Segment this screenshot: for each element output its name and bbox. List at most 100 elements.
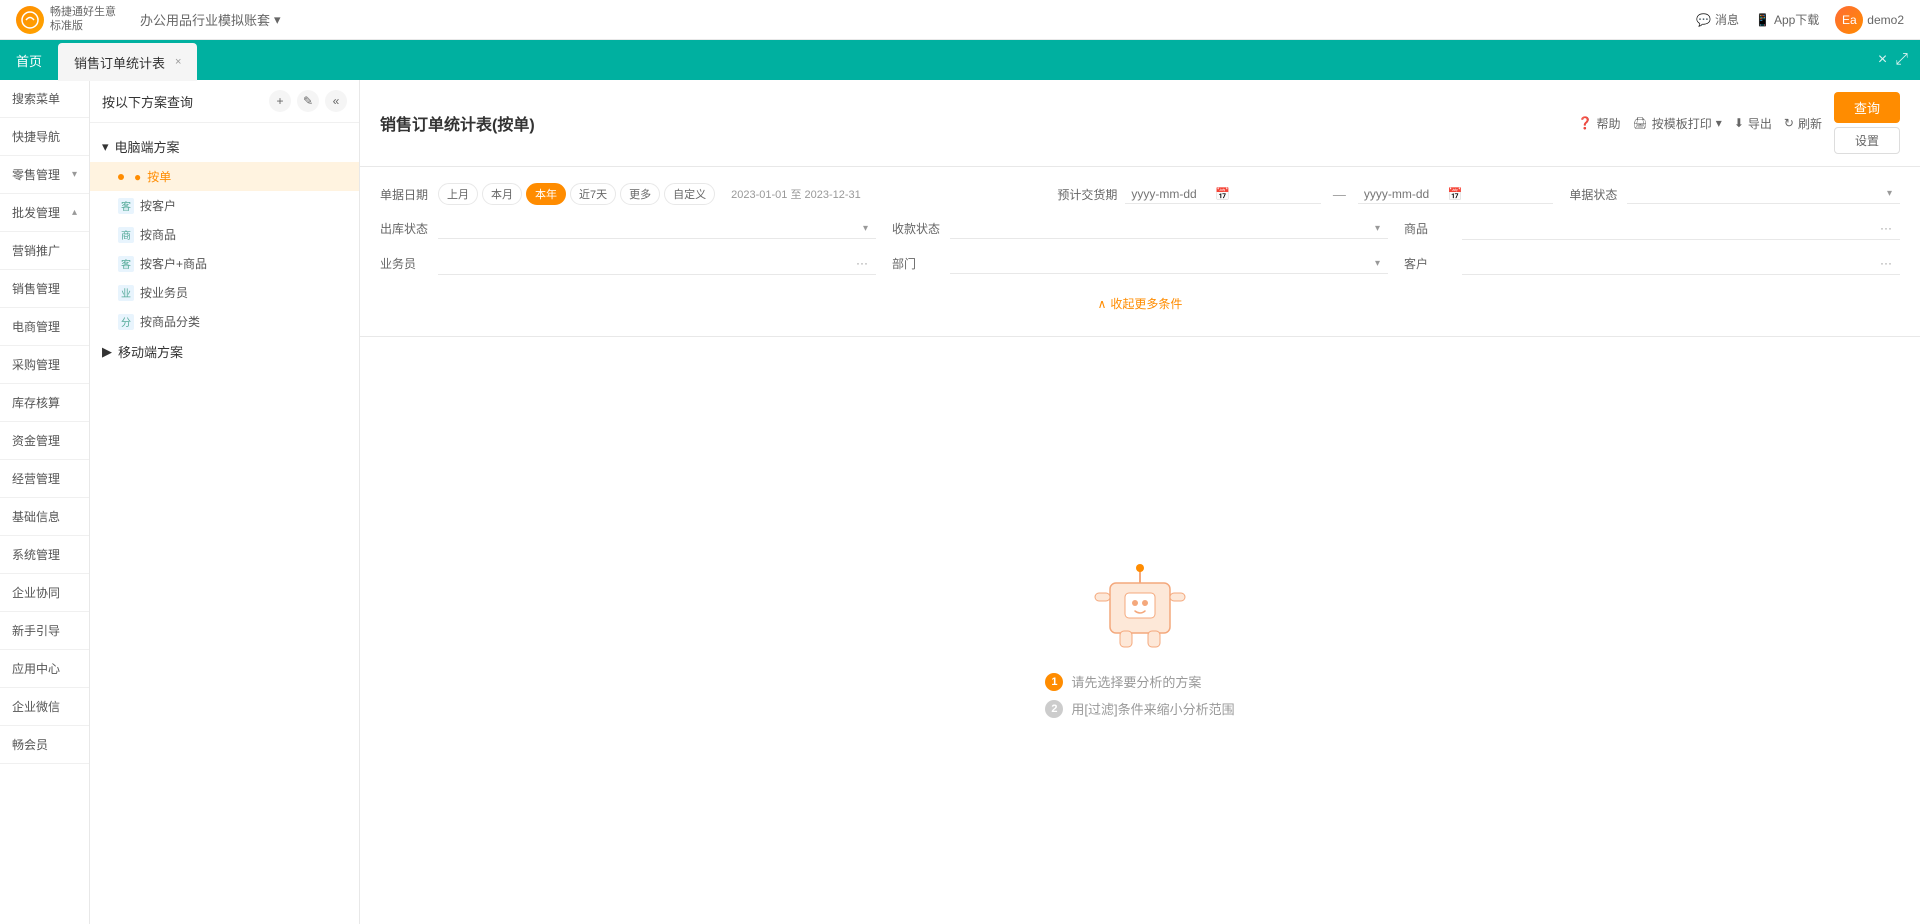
sidebar-item-system[interactable]: 系统管理	[0, 536, 89, 574]
setting-button[interactable]: 设置	[1834, 127, 1900, 154]
tab-bar: 首页 销售订单统计表 × × ⤢	[0, 40, 1920, 80]
receipt-status-dropdown[interactable]: ▾	[950, 219, 1388, 239]
sidebar-item-sales[interactable]: 销售管理	[0, 270, 89, 308]
date-btn-custom[interactable]: 自定义	[664, 183, 715, 205]
main-area: 搜索菜单 快捷导航 零售管理 ▾ 批发管理 ▴ 营销推广 销售管理 电商管理 采…	[0, 80, 1920, 924]
chevron-down-icon: ▾	[72, 169, 77, 180]
tree-item-by-salesperson[interactable]: 业 按业务员	[90, 278, 359, 307]
edit-scheme-button[interactable]: ✎	[297, 90, 319, 112]
customer-input[interactable]: ···	[1462, 252, 1900, 275]
help-button[interactable]: ❓ 帮助	[1578, 115, 1621, 132]
message-button[interactable]: 💬 消息	[1696, 11, 1739, 28]
header-left: 畅捷通好生意 标准版 办公用品行业模拟账套 ▾	[16, 6, 281, 34]
sidebar-item-search[interactable]: 搜索菜单	[0, 80, 89, 118]
sidebar-item-member[interactable]: 畅会员	[0, 726, 89, 764]
date-picker-start[interactable]: 📅	[1125, 185, 1321, 204]
filter-tree: ▾ 电脑端方案 ● 按单 客 按客户 商 按商品 客	[90, 123, 359, 375]
date-end-input[interactable]	[1364, 187, 1444, 201]
sidebar-item-inventory[interactable]: 库存核算	[0, 384, 89, 422]
date-start-input[interactable]	[1131, 187, 1211, 201]
tab-bar-right: × ⤢	[1878, 51, 1920, 69]
calendar-end-icon: 📅	[1448, 187, 1463, 201]
sidebar-item-wholesale[interactable]: 批发管理 ▴	[0, 194, 89, 232]
user-menu[interactable]: Ea demo2	[1835, 6, 1904, 34]
category-icon: 分	[118, 314, 134, 330]
sidebar-item-finance[interactable]: 资金管理	[0, 422, 89, 460]
tree-item-by-customer-goods[interactable]: 客 按客户+商品	[90, 249, 359, 278]
date-btn-last-month[interactable]: 上月	[438, 183, 478, 205]
tip-item-1: 1 请先选择要分析的方案	[1045, 672, 1234, 691]
breadcrumb[interactable]: 办公用品行业模拟账套 ▾	[140, 10, 281, 29]
tree-item-by-category[interactable]: 分 按商品分类	[90, 307, 359, 336]
date-btn-this-year[interactable]: 本年	[526, 183, 566, 205]
sidebar-item-retail[interactable]: 零售管理 ▾	[0, 156, 89, 194]
chevron-right-icon: ▶	[102, 344, 112, 360]
window-close-icon[interactable]: ×	[1878, 51, 1887, 69]
salesperson-input[interactable]: ···	[438, 252, 876, 275]
window-maximize-icon[interactable]: ⤢	[1895, 51, 1908, 69]
tree-item-by-customer[interactable]: 客 按客户	[90, 191, 359, 220]
sidebar-item-ecommerce[interactable]: 电商管理	[0, 308, 89, 346]
department-dropdown[interactable]: ▾	[950, 254, 1388, 274]
date-btn-7days[interactable]: 近7天	[570, 183, 616, 205]
avatar: Ea	[1835, 6, 1863, 34]
tree-parent-pc[interactable]: ▾ 电脑端方案	[90, 131, 359, 162]
collapse-button[interactable]: ∧ 收起更多条件	[380, 287, 1900, 320]
filter-form: 单据日期 上月 本月 本年 近7天 更多 自定义 2023-01-01 至 20…	[360, 167, 1920, 337]
sidebar-item-quicknav[interactable]: 快捷导航	[0, 118, 89, 156]
export-icon: ⬇	[1734, 116, 1744, 130]
sidebar-item-appcenter[interactable]: 应用中心	[0, 650, 89, 688]
field-goods: 商品 ···	[1404, 217, 1900, 240]
goods-more-icon[interactable]: ···	[1880, 221, 1892, 235]
date-btn-this-month[interactable]: 本月	[482, 183, 522, 205]
department-label: 部门	[892, 255, 942, 272]
goods-input[interactable]: ···	[1462, 217, 1900, 240]
filter-row-1: 单据日期 上月 本月 本年 近7天 更多 自定义 2023-01-01 至 20…	[380, 183, 1900, 205]
date-picker-end[interactable]: 📅	[1358, 185, 1554, 204]
chevron-down-icon: ▾	[102, 139, 109, 155]
sidebar-item-enterprise[interactable]: 企业协同	[0, 574, 89, 612]
field-department: 部门 ▾	[892, 254, 1388, 274]
tab-home[interactable]: 首页	[0, 40, 58, 80]
customer-icon: 客	[118, 198, 134, 214]
field-receipt-status: 收款状态 ▾	[892, 219, 1388, 239]
goods-label: 商品	[1404, 220, 1454, 237]
tab-close-icon[interactable]: ×	[175, 56, 181, 68]
logo-text: 畅捷通好生意 标准版	[50, 6, 116, 32]
collapse-icon: ∧	[1098, 297, 1107, 311]
tip-item-2: 2 用[过滤]条件来缩小分析范围	[1045, 699, 1234, 718]
app-download-button[interactable]: 📱 App下载	[1755, 11, 1819, 28]
sidebar-item-basic[interactable]: 基础信息	[0, 498, 89, 536]
salesperson-more-icon[interactable]: ···	[856, 256, 868, 270]
sidebar-item-wechat[interactable]: 企业微信	[0, 688, 89, 726]
sidebar-item-marketing[interactable]: 营销推广	[0, 232, 89, 270]
sidebar-item-newguide[interactable]: 新手引导	[0, 612, 89, 650]
export-button[interactable]: ⬇ 导出	[1734, 115, 1772, 132]
print-button[interactable]: 🖨 按模板打印 ▾	[1633, 115, 1722, 132]
field-expected-date: 预计交货期 📅 — 📅	[1057, 185, 1553, 204]
date-btn-more[interactable]: 更多	[620, 183, 660, 205]
out-status-dropdown[interactable]: ▾	[438, 219, 876, 239]
customer-more-icon[interactable]: ···	[1880, 256, 1892, 270]
collapse-panel-button[interactable]: «	[325, 90, 347, 112]
page-title: 销售订单统计表(按单)	[380, 111, 535, 135]
query-button[interactable]: 查询	[1834, 92, 1900, 123]
sidebar-item-management[interactable]: 经营管理	[0, 460, 89, 498]
add-scheme-button[interactable]: +	[269, 90, 291, 112]
tree-item-by-goods[interactable]: 商 按商品	[90, 220, 359, 249]
active-dot-icon: ●	[134, 170, 141, 184]
sidebar-item-purchase[interactable]: 采购管理	[0, 346, 89, 384]
logo-area: 畅捷通好生意 标准版	[16, 6, 116, 34]
filter-row-3: 业务员 ··· 部门 ▾ 客户	[380, 252, 1900, 275]
tree-parent-mobile[interactable]: ▶ 移动端方案	[90, 336, 359, 367]
tree-item-by-order[interactable]: ● 按单	[90, 162, 359, 191]
date-separator: —	[1333, 187, 1346, 202]
filter-panel-header: 按以下方案查询 + ✎ «	[90, 80, 359, 123]
dropdown-arrow-icon: ▾	[1887, 188, 1892, 199]
print-dropdown-icon: ▾	[1716, 116, 1722, 130]
tab-active[interactable]: 销售订单统计表 ×	[58, 43, 197, 81]
single-status-dropdown[interactable]: ▾	[1627, 184, 1900, 204]
help-icon: ❓	[1578, 116, 1593, 130]
refresh-button[interactable]: ↻ 刷新	[1784, 115, 1822, 132]
salesperson-icon: 业	[118, 285, 134, 301]
